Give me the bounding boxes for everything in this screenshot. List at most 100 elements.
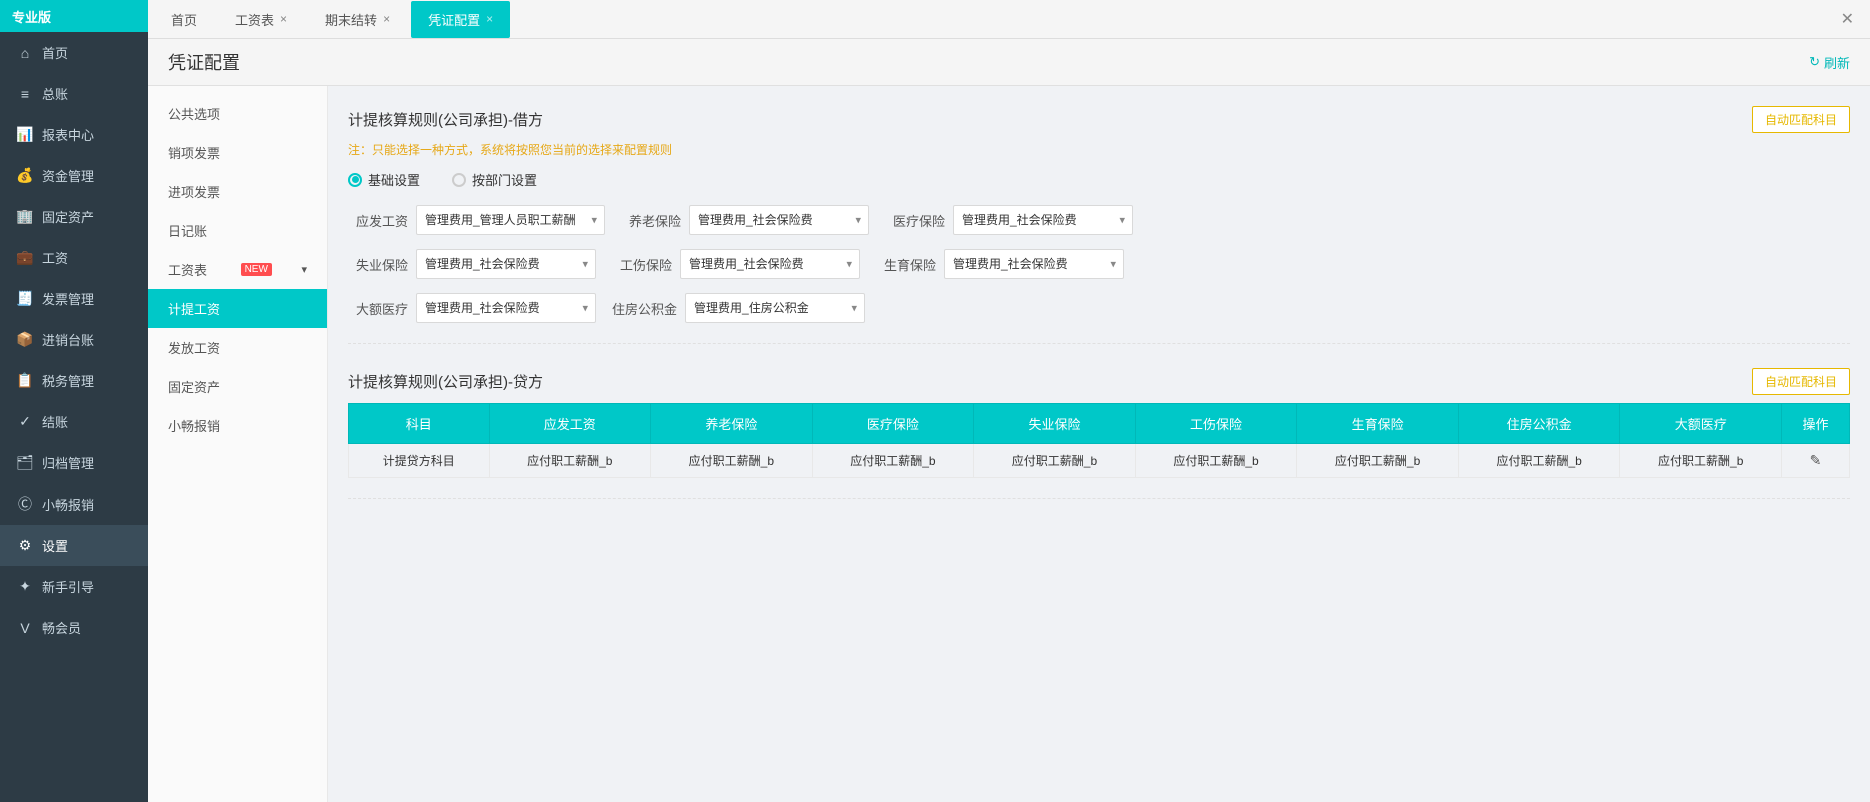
brand-logo: 专业版 — [0, 0, 148, 32]
sidebar-item-guide[interactable]: ✦ 新手引导 — [0, 566, 148, 607]
sub-nav-public[interactable]: 公共选项 — [148, 94, 327, 133]
salary-label: 应发工资 — [348, 211, 408, 230]
maternity-label: 生育保险 — [876, 255, 936, 274]
tab-salary-table-label: 工资表 — [235, 10, 274, 29]
tab-salary-table-close[interactable]: × — [280, 12, 287, 26]
sidebar-item-ledger[interactable]: ≡ 总账 — [0, 73, 148, 114]
row-maternity-val: 应付职工薪酬_b — [1297, 444, 1459, 478]
maternity-select-wrapper: 管理费用_社会保险费 — [944, 249, 1124, 279]
xiaochang-icon: Ⓒ — [16, 494, 34, 514]
sidebar-item-invoice[interactable]: 🧾 发票管理 — [0, 278, 148, 319]
col-header-injury: 工伤保险 — [1135, 404, 1297, 444]
new-badge: NEW — [241, 263, 272, 276]
sub-nav-purchase-invoice-label: 进项发票 — [168, 185, 220, 200]
col-header-action: 操作 — [1782, 404, 1850, 444]
sidebar-item-label: 固定资产 — [42, 207, 94, 226]
field-pension: 养老保险 管理费用_社会保险费 — [621, 205, 869, 235]
sidebar-item-label: 首页 — [42, 43, 68, 62]
sidebar-item-tax[interactable]: 📋 税务管理 — [0, 360, 148, 401]
sidebar-item-reports[interactable]: 📊 报表中心 — [0, 114, 148, 155]
injury-select-wrapper: 管理费用_社会保险费 — [680, 249, 860, 279]
sidebar-item-funds[interactable]: 💰 资金管理 — [0, 155, 148, 196]
salary-select[interactable]: 管理费用_管理人员职工薪酬 — [416, 205, 605, 235]
sub-nav-issue-salary-label: 发放工资 — [168, 341, 220, 356]
sub-nav-salary-table[interactable]: 工资表 NEW ▾ — [148, 250, 327, 289]
sidebar-item-salary[interactable]: 💼 工资 — [0, 237, 148, 278]
window-close-btn[interactable]: ✕ — [1829, 1, 1866, 37]
pension-select-wrapper: 管理费用_社会保险费 — [689, 205, 869, 235]
row-medical-val: 应付职工薪酬_b — [812, 444, 974, 478]
assets-icon: 🏢 — [16, 208, 34, 225]
edit-icon[interactable]: ✎ — [1810, 452, 1822, 468]
section-debit-title: 计提核算规则(公司承担)-借方 — [348, 109, 543, 130]
maternity-select[interactable]: 管理费用_社会保险费 — [944, 249, 1124, 279]
sub-nav-sales-invoice[interactable]: 销项发票 — [148, 133, 327, 172]
sub-nav-xiaochang-expense[interactable]: 小畅报销 — [148, 406, 327, 445]
sub-nav-accrual[interactable]: 计提工资 — [148, 289, 327, 328]
sub-nav-issue-salary[interactable]: 发放工资 — [148, 328, 327, 367]
sub-nav-xiaochang-expense-label: 小畅报销 — [168, 419, 220, 434]
col-header-subject: 科目 — [349, 404, 490, 444]
major-medical-select[interactable]: 管理费用_社会保险费 — [416, 293, 596, 323]
sidebar-item-label: 总账 — [42, 84, 68, 103]
top-tabs: 首页 工资表 × 期末结转 × 凭证配置 × ✕ — [148, 0, 1870, 39]
sub-nav-purchase-invoice[interactable]: 进项发票 — [148, 172, 327, 211]
field-major-medical: 大额医疗 管理费用_社会保险费 — [348, 293, 596, 323]
field-unemployment: 失业保险 管理费用_社会保险费 — [348, 249, 596, 279]
credit-table-header-row: 科目 应发工资 养老保险 医疗保险 失业保险 工伤保险 生育保险 住房公积金 大… — [349, 404, 1850, 444]
injury-select[interactable]: 管理费用_社会保险费 — [680, 249, 860, 279]
radio-dept[interactable]: 按部门设置 — [452, 170, 537, 189]
tab-period-close-close[interactable]: × — [383, 12, 390, 26]
sub-nav-public-label: 公共选项 — [168, 107, 220, 122]
refresh-button[interactable]: ↻ 刷新 — [1809, 53, 1850, 72]
unemployment-label: 失业保险 — [348, 255, 408, 274]
sidebar-item-vip[interactable]: V 畅会员 — [0, 607, 148, 648]
sidebar-item-label: 设置 — [42, 536, 68, 555]
col-header-salary: 应发工资 — [489, 404, 651, 444]
funds-icon: 💰 — [16, 167, 34, 184]
pension-select[interactable]: 管理费用_社会保险费 — [689, 205, 869, 235]
section-debit-header: 计提核算规则(公司承担)-借方 自动匹配科目 — [348, 106, 1850, 133]
sub-nav-fixed-assets[interactable]: 固定资产 — [148, 367, 327, 406]
auto-match-debit-button[interactable]: 自动匹配科目 — [1752, 106, 1850, 133]
sidebar-item-closing[interactable]: ✓ 结账 — [0, 401, 148, 442]
row-salary-val: 应付职工薪酬_b — [489, 444, 651, 478]
radio-basic[interactable]: 基础设置 — [348, 170, 420, 189]
row-action-edit[interactable]: ✎ — [1782, 444, 1850, 478]
sidebar-item-stock[interactable]: 📦 进销台账 — [0, 319, 148, 360]
archive-icon: 🗂 — [16, 454, 34, 471]
sidebar-item-assets[interactable]: 🏢 固定资产 — [0, 196, 148, 237]
medical-select[interactable]: 管理费用_社会保险费 — [953, 205, 1133, 235]
auto-match-credit-button[interactable]: 自动匹配科目 — [1752, 368, 1850, 395]
field-salary: 应发工资 管理费用_管理人员职工薪酬 — [348, 205, 605, 235]
sub-nav-journal[interactable]: 日记账 — [148, 211, 327, 250]
tab-voucher-config[interactable]: 凭证配置 × — [411, 1, 510, 38]
radio-group-debit: 基础设置 按部门设置 — [348, 170, 1850, 189]
tab-home[interactable]: 首页 — [154, 1, 214, 38]
radio-basic-label: 基础设置 — [368, 170, 420, 189]
config-content: 计提核算规则(公司承担)-借方 自动匹配科目 注：只能选择一种方式，系统将按照您… — [328, 86, 1870, 802]
medical-select-wrapper: 管理费用_社会保险费 — [953, 205, 1133, 235]
tab-period-close[interactable]: 期末结转 × — [308, 1, 407, 38]
sidebar-item-settings[interactable]: ⚙ 设置 — [0, 525, 148, 566]
unemployment-select[interactable]: 管理费用_社会保险费 — [416, 249, 596, 279]
sidebar-item-label: 新手引导 — [42, 577, 94, 596]
tab-home-label: 首页 — [171, 10, 197, 29]
sidebar-item-xiaochang[interactable]: Ⓒ 小畅报销 — [0, 483, 148, 525]
section-debit: 计提核算规则(公司承担)-借方 自动匹配科目 注：只能选择一种方式，系统将按照您… — [348, 106, 1850, 344]
major-medical-label: 大额医疗 — [348, 299, 408, 318]
tab-voucher-config-close[interactable]: × — [486, 12, 493, 26]
housing-fund-label: 住房公积金 — [612, 299, 677, 318]
sub-nav-journal-label: 日记账 — [168, 224, 207, 239]
housing-fund-select[interactable]: 管理费用_住房公积金 — [685, 293, 865, 323]
sidebar-item-label: 报表中心 — [42, 125, 94, 144]
salary-icon: 💼 — [16, 249, 34, 266]
form-row-3: 大额医疗 管理费用_社会保险费 住房公积金 管理费用_住房公积金 — [348, 293, 1850, 323]
sidebar: 专业版 ⌂ 首页 ≡ 总账 📊 报表中心 💰 资金管理 🏢 固定资产 💼 工资 … — [0, 0, 148, 802]
sidebar-item-archive[interactable]: 🗂 归档管理 — [0, 442, 148, 483]
tab-salary-table[interactable]: 工资表 × — [218, 1, 304, 38]
sidebar-item-home[interactable]: ⌂ 首页 — [0, 32, 148, 73]
major-medical-select-wrapper: 管理费用_社会保险费 — [416, 293, 596, 323]
row-pension-val: 应付职工薪酬_b — [651, 444, 813, 478]
closing-icon: ✓ — [16, 413, 34, 430]
